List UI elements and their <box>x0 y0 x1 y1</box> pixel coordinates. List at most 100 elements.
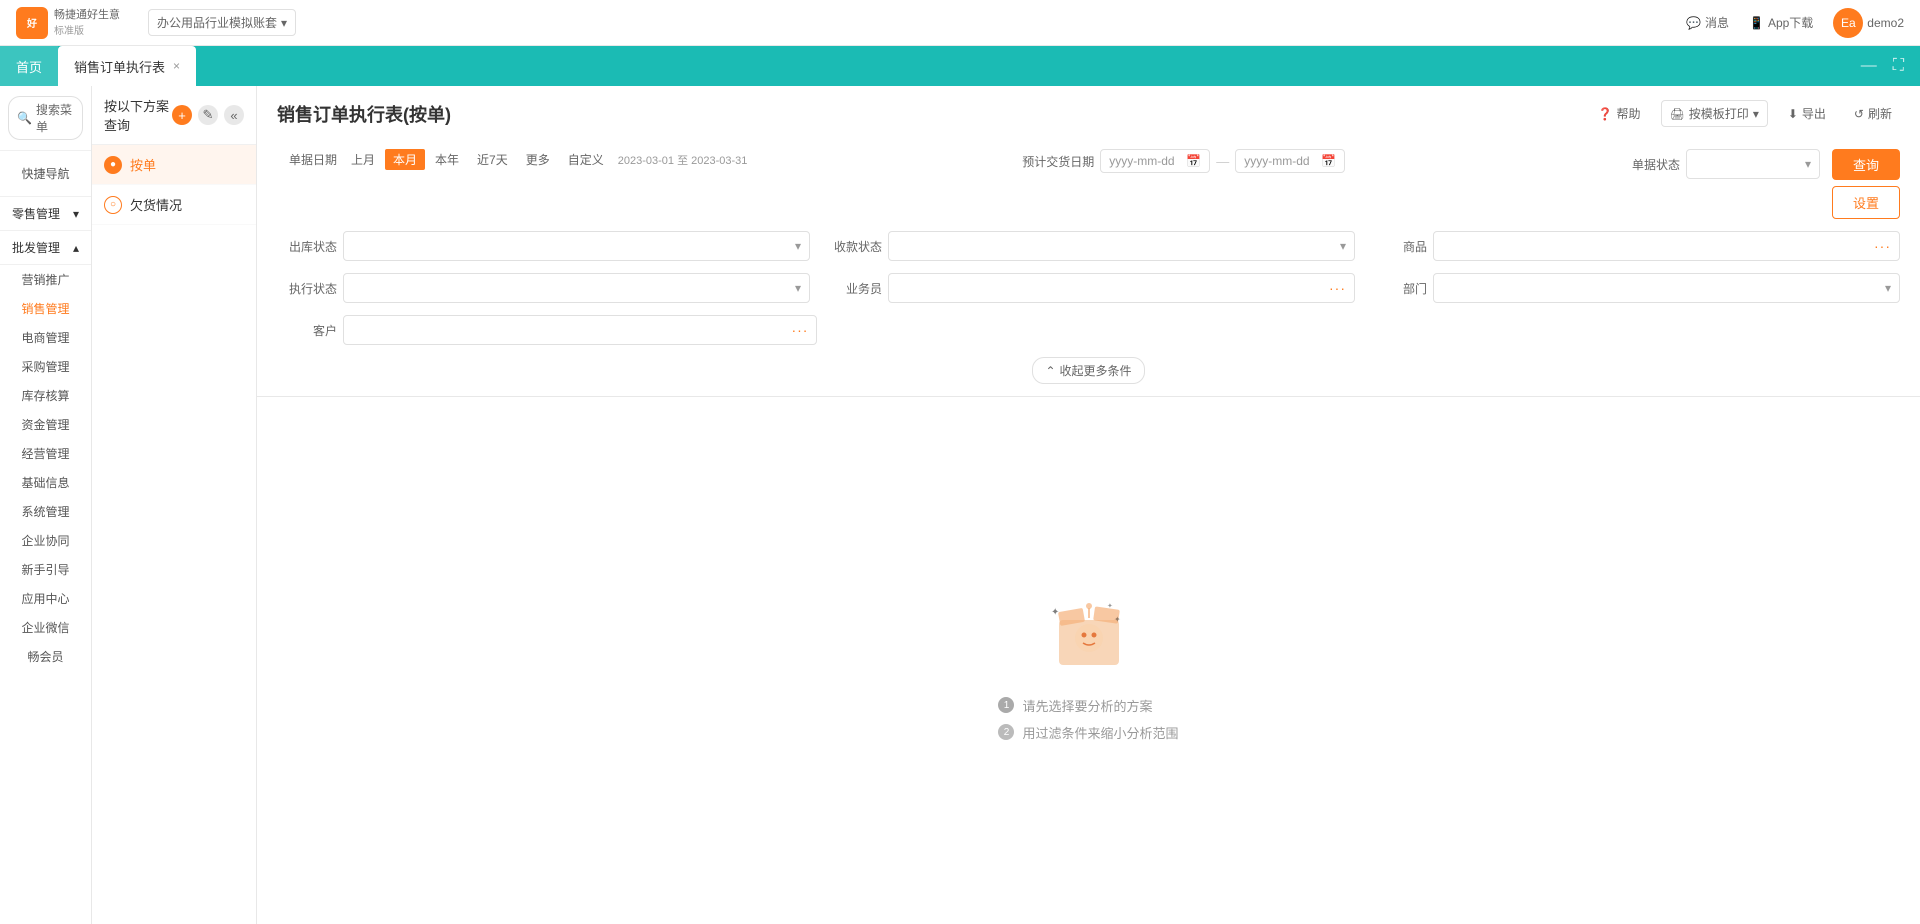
exec-status-select[interactable]: ▾ <box>343 273 810 303</box>
msg-num-2: 2 <box>998 724 1014 740</box>
tab-home[interactable]: 首页 <box>0 46 58 86</box>
sidebar-item-operations[interactable]: 经营管理 <box>0 439 91 468</box>
messages-button[interactable]: 💬 消息 <box>1686 14 1729 31</box>
sidebar-item-wechat[interactable]: 企业微信 <box>0 613 91 642</box>
collection-select[interactable]: ▾ <box>888 231 1355 261</box>
sidebar-item-marketing[interactable]: 营销推广 <box>0 265 91 294</box>
customer-dots-icon: ··· <box>791 322 808 338</box>
sidebar-item-system[interactable]: 系统管理 <box>0 497 91 526</box>
print-button[interactable]: 🖨 按模板打印 ▾ <box>1661 100 1768 127</box>
sidebar-quick-nav: 快捷导航 <box>0 151 91 197</box>
company-selector[interactable]: 办公用品行业模拟账套 ▾ <box>148 9 296 36</box>
user-profile[interactable]: Ea demo2 <box>1833 8 1904 38</box>
export-button[interactable]: ⬇ 导出 <box>1780 101 1834 126</box>
logo-app-name: 畅捷通好生意 <box>54 8 120 22</box>
salesperson-select[interactable]: ··· <box>888 273 1355 303</box>
scheme-item-owe[interactable]: ○ 欠货情况 <box>92 185 256 225</box>
sidebar-item-ecommerce[interactable]: 电商管理 <box>0 323 91 352</box>
date-tab-last7[interactable]: 近7天 <box>469 149 516 170</box>
minimize-icon[interactable]: — <box>1857 53 1881 79</box>
sidebar-item-wholesale[interactable]: 批发管理 ▴ <box>0 231 91 264</box>
search-menu-button[interactable]: 🔍 搜索菜单 <box>8 96 83 140</box>
edit-icon: ✎ <box>203 107 214 123</box>
empty-state-icon: ✦ ✦ ✦ <box>1039 580 1139 680</box>
app-download-button[interactable]: 📱 App下载 <box>1749 14 1813 31</box>
sidebar-item-sales[interactable]: 销售管理 <box>0 294 91 323</box>
date-tab-custom[interactable]: 自定义 <box>560 149 612 170</box>
refresh-icon: ↺ <box>1854 107 1864 121</box>
sidebar-item-purchase[interactable]: 采购管理 <box>0 352 91 381</box>
export-icon: ⬇ <box>1788 107 1798 121</box>
scheme-item-orders[interactable]: ● 按单 <box>92 145 256 185</box>
doc-status-label: 单据状态 <box>1620 156 1680 173</box>
goods-select[interactable]: ··· <box>1433 231 1900 261</box>
date-tab-this-month[interactable]: 本月 <box>385 149 425 170</box>
exec-chevron-icon: ▾ <box>795 281 801 295</box>
customer-label: 客户 <box>277 322 337 339</box>
date-label: 单据日期 <box>277 151 337 168</box>
main-content: 销售订单执行表(按单) ❓ 帮助 🖨 按模板打印 ▾ ⬇ <box>257 86 1920 924</box>
collapse-panel-button[interactable]: « <box>224 105 244 125</box>
tab-bar-right: — ⛶ <box>1857 53 1920 79</box>
sidebar-search-area: 🔍 搜索菜单 <box>0 86 91 151</box>
edit-scheme-button[interactable]: ✎ <box>198 105 218 125</box>
sidebar-item-finance[interactable]: 资金管理 <box>0 410 91 439</box>
sidebar-item-basic[interactable]: 基础信息 <box>0 468 91 497</box>
date-tab-more[interactable]: 更多 <box>518 149 558 170</box>
tab-bar: 首页 销售订单执行表 × — ⛶ <box>0 46 1920 86</box>
refresh-button[interactable]: ↺ 刷新 <box>1846 101 1900 126</box>
empty-msg-2: 2 用过滤条件来缩小分析范围 <box>998 723 1178 742</box>
expected-date-end[interactable]: yyyy-mm-dd 📅 <box>1235 149 1345 173</box>
help-icon: ❓ <box>1598 107 1613 121</box>
help-button[interactable]: ❓ 帮助 <box>1590 101 1649 126</box>
sidebar-item-newbie[interactable]: 新手引导 <box>0 555 91 584</box>
salesperson-dots-icon: ··· <box>1329 280 1346 296</box>
collapse-icon: « <box>230 108 237 123</box>
maximize-icon[interactable]: ⛶ <box>1889 53 1908 79</box>
left-panel: 按以下方案查询 + ✎ « ● 按单 <box>92 86 257 924</box>
left-panel-actions: + ✎ « <box>172 105 244 125</box>
sidebar-item-retail[interactable]: 零售管理 ▾ <box>0 197 91 230</box>
filter-collapse-row: ⌃ 收起更多条件 <box>277 349 1900 384</box>
sidebar-item-enterprise[interactable]: 企业协同 <box>0 526 91 555</box>
main-layout: 🔍 搜索菜单 快捷导航 零售管理 ▾ 批发管理 ▴ 营销推广 销售管理 <box>0 86 1920 924</box>
tab-close-icon[interactable]: × <box>173 59 180 73</box>
sidebar-item-appstore[interactable]: 应用中心 <box>0 584 91 613</box>
date-range-text: 2023-03-01 至 2023-03-31 <box>618 152 748 168</box>
settings-button[interactable]: 设置 <box>1832 186 1900 219</box>
query-button[interactable]: 查询 <box>1832 149 1900 180</box>
tab-sales-orders[interactable]: 销售订单执行表 × <box>58 46 196 86</box>
outbound-select[interactable]: ▾ <box>343 231 810 261</box>
empty-messages: 1 请先选择要分析的方案 2 用过滤条件来缩小分析范围 <box>998 696 1178 742</box>
sidebar-item-quick[interactable]: 快捷导航 <box>0 159 91 188</box>
sidebar-item-inventory[interactable]: 库存核算 <box>0 381 91 410</box>
sidebar-section-retail: 零售管理 ▾ <box>0 197 91 231</box>
outbound-label: 出库状态 <box>277 238 337 255</box>
doc-status-select[interactable]: ▾ <box>1686 149 1820 179</box>
expected-date-start[interactable]: yyyy-mm-dd 📅 <box>1100 149 1210 173</box>
collection-label: 收款状态 <box>822 238 882 255</box>
page-title: 销售订单执行表(按单) <box>277 101 451 127</box>
page-title-bar: 销售订单执行表(按单) ❓ 帮助 🖨 按模板打印 ▾ ⬇ <box>257 86 1920 137</box>
date-tab-last-month[interactable]: 上月 <box>343 149 383 170</box>
collapse-filters-button[interactable]: ⌃ 收起更多条件 <box>1032 357 1144 384</box>
message-icon: 💬 <box>1686 16 1701 30</box>
goods-label: 商品 <box>1367 238 1427 255</box>
customer-select[interactable]: ··· <box>343 315 817 345</box>
date-tabs: 上月 本月 本年 近7天 更多 自定义 <box>343 149 612 170</box>
date-tab-this-year[interactable]: 本年 <box>427 149 467 170</box>
dept-chevron-icon: ▾ <box>1885 281 1891 295</box>
page-with-panel: 按以下方案查询 + ✎ « ● 按单 <box>92 86 1920 924</box>
logo-icon: 好 <box>16 7 48 39</box>
date-separator: — <box>1216 154 1229 169</box>
left-panel-header: 按以下方案查询 + ✎ « <box>92 86 256 145</box>
collapse-chevron-icon: ⌃ <box>1045 364 1055 378</box>
sidebar-section-wholesale: 批发管理 ▴ <box>0 231 91 265</box>
add-scheme-button[interactable]: + <box>172 105 192 125</box>
content-area: 按以下方案查询 + ✎ « ● 按单 <box>92 86 1920 924</box>
sidebar: 🔍 搜索菜单 快捷导航 零售管理 ▾ 批发管理 ▴ 营销推广 销售管理 <box>0 86 92 924</box>
dept-select[interactable]: ▾ <box>1433 273 1900 303</box>
scheme-icon-owe: ○ <box>104 196 122 214</box>
logo-subtitle: 标准版 <box>54 22 120 37</box>
sidebar-item-member[interactable]: 畅会员 <box>0 642 91 671</box>
